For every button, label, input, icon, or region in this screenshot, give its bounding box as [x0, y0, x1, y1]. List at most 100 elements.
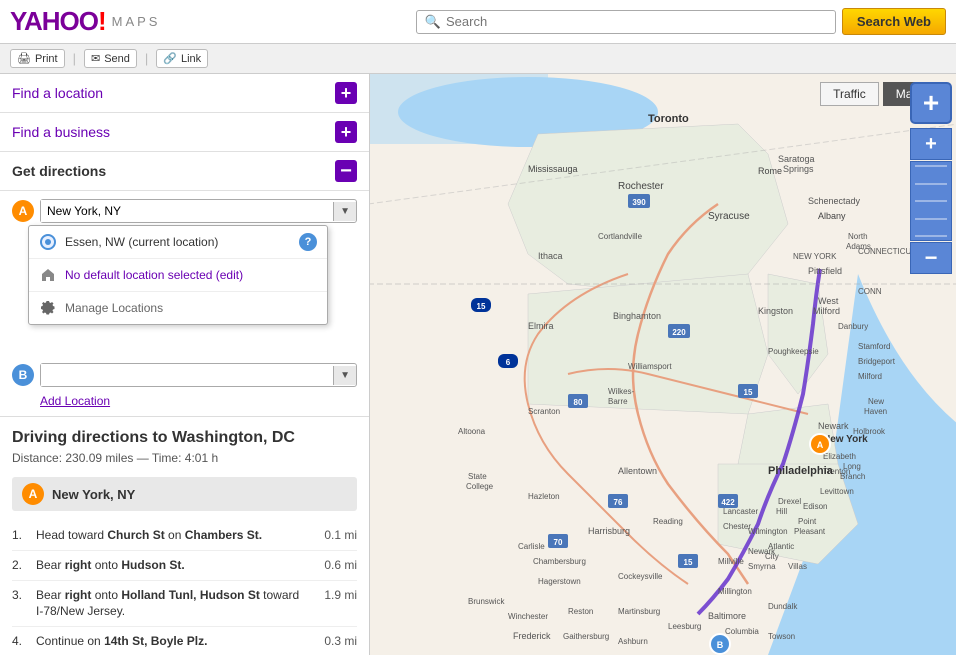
start-badge: A: [22, 483, 44, 505]
yahoo-maps-logo: YAHOO! MAPS: [10, 6, 160, 37]
svg-text:15: 15: [744, 388, 753, 397]
svg-text:Toronto: Toronto: [648, 113, 689, 125]
svg-text:Branch: Branch: [840, 472, 865, 481]
print-button[interactable]: 🖨 Print: [10, 49, 65, 68]
zoom-bar: [910, 161, 952, 241]
send-label: Send: [104, 53, 130, 65]
svg-text:Harrisburg: Harrisburg: [588, 526, 630, 536]
send-button[interactable]: ✉ Send: [84, 49, 137, 68]
svg-text:Reading: Reading: [653, 517, 683, 526]
svg-text:Gaithersburg: Gaithersburg: [563, 632, 609, 641]
svg-text:Schenectady: Schenectady: [808, 196, 861, 206]
svg-text:College: College: [466, 482, 494, 491]
add-location-row: Add Location: [12, 393, 357, 408]
svg-text:Rome: Rome: [758, 166, 782, 176]
find-location-section[interactable]: Find a location +: [0, 74, 369, 113]
svg-text:80: 80: [574, 398, 583, 407]
search-bar: 🔍 Search Web: [416, 8, 946, 35]
map-container[interactable]: 390 220 80 15 76 422 70 15 15 6 Toronto …: [370, 74, 956, 655]
svg-text:Bridgeport: Bridgeport: [858, 357, 896, 366]
waypoint-a-input[interactable]: [41, 200, 333, 222]
directions-form: A ▼ Essen, N: [0, 191, 369, 416]
svg-text:390: 390: [632, 198, 646, 207]
step-4-dist: 0.3 mi: [312, 633, 357, 650]
svg-text:Elizabeth: Elizabeth: [823, 452, 856, 461]
link-button[interactable]: 🔗 Link: [156, 49, 208, 68]
svg-text:Hill: Hill: [776, 507, 787, 516]
waypoint-b-input[interactable]: [41, 364, 333, 386]
start-label: New York, NY: [52, 487, 135, 502]
dropdown-item-default[interactable]: No default location selected (edit): [29, 259, 327, 292]
svg-text:Pleasant: Pleasant: [794, 527, 826, 536]
zoom-plus-large[interactable]: +: [910, 82, 952, 124]
waypoint-a-dropdown-btn[interactable]: ▼: [333, 202, 356, 221]
svg-text:Cockeysville: Cockeysville: [618, 572, 663, 581]
svg-text:Danbury: Danbury: [838, 322, 868, 331]
svg-text:70: 70: [554, 538, 563, 547]
svg-text:422: 422: [721, 498, 735, 507]
waypoint-a-input-wrapper: ▼: [40, 199, 357, 223]
svg-text:Syracuse: Syracuse: [708, 211, 750, 222]
step-1-dist: 0.1 mi: [312, 527, 357, 544]
gear-icon: [39, 299, 57, 317]
svg-text:A: A: [817, 440, 824, 450]
traffic-button[interactable]: Traffic: [820, 82, 879, 106]
search-input[interactable]: [446, 14, 827, 29]
svg-text:Poughkeepsie: Poughkeepsie: [768, 347, 819, 356]
svg-text:Pittsfield: Pittsfield: [808, 266, 842, 276]
find-location-toggle[interactable]: +: [335, 82, 357, 104]
svg-text:Villas: Villas: [788, 562, 807, 571]
svg-text:Holbrook: Holbrook: [853, 427, 886, 436]
svg-text:Stamford: Stamford: [858, 342, 890, 351]
svg-text:CONN: CONN: [858, 287, 882, 296]
current-location-label: Essen, NW (current location): [65, 235, 218, 249]
get-directions-section: Get directions − A ▼: [0, 152, 369, 417]
zoom-in-button[interactable]: +: [910, 128, 952, 160]
svg-text:B: B: [717, 640, 724, 650]
svg-text:Binghamton: Binghamton: [613, 311, 661, 321]
find-business-section[interactable]: Find a business +: [0, 113, 369, 152]
svg-text:West: West: [818, 296, 839, 306]
waypoint-b-input-wrapper: ▼: [40, 363, 357, 387]
zoom-strip: + −: [910, 128, 952, 274]
svg-text:Millington: Millington: [718, 587, 752, 596]
step-3-dist: 1.9 mi: [312, 587, 357, 604]
svg-text:Scranton: Scranton: [528, 407, 560, 416]
svg-text:Levittown: Levittown: [820, 487, 854, 496]
svg-text:North: North: [848, 232, 868, 241]
waypoint-b-dropdown-btn[interactable]: ▼: [333, 366, 356, 385]
find-business-toggle[interactable]: +: [335, 121, 357, 143]
link-label: Link: [181, 53, 201, 65]
toolbar-separator-2: |: [145, 51, 148, 66]
dropdown-item-current[interactable]: Essen, NW (current location) ?: [29, 226, 327, 259]
waypoint-a-badge: A: [12, 200, 34, 222]
step-4-text: Continue on 14th St, Boyle Plz.: [28, 633, 312, 650]
svg-text:Towson: Towson: [768, 632, 795, 641]
home-icon: [39, 266, 57, 284]
svg-text:Reston: Reston: [568, 607, 593, 616]
zoom-out-button[interactable]: −: [910, 242, 952, 274]
find-business-title: Find a business: [12, 124, 110, 140]
question-badge: ?: [299, 233, 317, 251]
step-2-dist: 0.6 mi: [312, 557, 357, 574]
waypoint-b-row: B ▼: [12, 363, 357, 387]
add-location-link[interactable]: Add Location: [40, 394, 110, 408]
svg-text:Wilmington: Wilmington: [748, 527, 788, 536]
send-icon: ✉: [91, 52, 100, 65]
svg-text:Columbia: Columbia: [725, 627, 759, 636]
steps-list: 1. Head toward Church St on Chambers St.…: [12, 521, 357, 655]
get-directions-toggle[interactable]: −: [335, 160, 357, 182]
driving-directions-title: Driving directions to Washington, DC: [12, 429, 357, 447]
search-web-button[interactable]: Search Web: [842, 8, 946, 35]
step-4-num: 4.: [12, 633, 28, 650]
svg-text:Lancaster: Lancaster: [723, 507, 758, 516]
link-icon: 🔗: [163, 52, 177, 65]
svg-text:Ithaca: Ithaca: [538, 251, 563, 261]
step-4: 4. Continue on 14th St, Boyle Plz. 0.3 m…: [12, 627, 357, 655]
svg-text:Leesburg: Leesburg: [668, 622, 701, 631]
meta-separator: —: [137, 451, 152, 465]
svg-text:Winchester: Winchester: [508, 612, 548, 621]
svg-text:Kingston: Kingston: [758, 306, 793, 316]
dropdown-item-manage[interactable]: Manage Locations: [29, 292, 327, 324]
time-label: Time: 4:01 h: [152, 451, 218, 465]
